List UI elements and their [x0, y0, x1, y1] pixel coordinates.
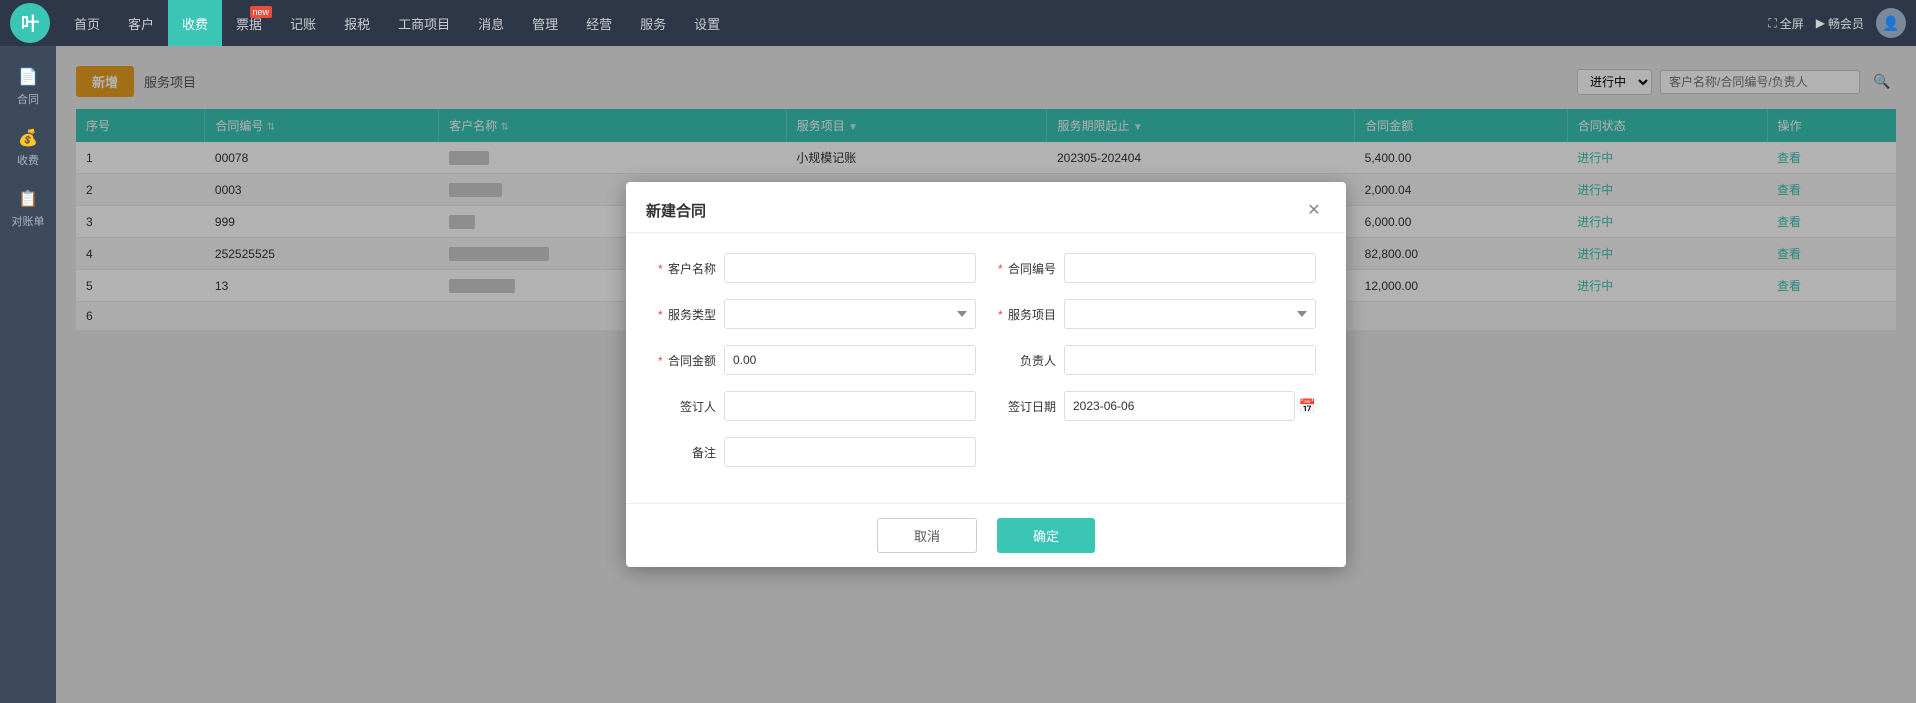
sign-date-label: 签订日期 [996, 398, 1056, 415]
nav-item-operation[interactable]: 经营 [572, 0, 626, 46]
remark-input[interactable] [724, 437, 976, 467]
nav-item-fee[interactable]: 收费 [168, 0, 222, 46]
avatar[interactable]: 👤 [1876, 8, 1906, 38]
service-item-select[interactable] [1064, 299, 1316, 329]
nav-item-service[interactable]: 服务 [626, 0, 680, 46]
nav-item-message[interactable]: 消息 [464, 0, 518, 46]
customer-name-label: * 客户名称 [656, 260, 716, 277]
service-type-label: * 服务类型 [656, 306, 716, 323]
sign-date-input[interactable]: 2023-06-06 [1064, 391, 1295, 421]
form-group-signer: 签订人 [656, 391, 976, 421]
required-star: * [658, 308, 663, 322]
form-group-amount: * 合同金额 0.00 [656, 345, 976, 375]
new-badge: new [250, 6, 273, 18]
contract-amount-input[interactable]: 0.00 [724, 345, 976, 375]
contract-amount-label: * 合同金额 [656, 352, 716, 369]
form-group-service-item: * 服务项目 [996, 299, 1316, 329]
remark-label: 备注 [656, 444, 716, 461]
nav-item-bookkeeping[interactable]: 记账 [276, 0, 330, 46]
sidebar-item-fee[interactable]: 💰 收费 [0, 117, 56, 178]
member-label: 畅会员 [1828, 15, 1864, 32]
form-group-sign-date: 签订日期 2023-06-06 📅 [996, 391, 1316, 421]
top-nav-right: ⛶ 全屏 ▶ 畅会员 👤 [1768, 8, 1906, 38]
form-group-responsible: 负责人 [996, 345, 1316, 375]
nav-items: 首页 客户 收费 票据new 记账 报税 工商项目 消息 管理 经营 服务 设置 [60, 0, 1768, 46]
app-logo[interactable]: 叶 [10, 3, 50, 43]
member-button[interactable]: ▶ 畅会员 [1816, 15, 1864, 32]
sidebar: 📄 合同 💰 收费 📋 对账单 [0, 46, 56, 703]
required-star: * [658, 354, 663, 368]
service-type-select[interactable] [724, 299, 976, 329]
main-layout: 📄 合同 💰 收费 📋 对账单 新增 服务项目 进行中 已完成 已取消 🔍 [0, 46, 1916, 703]
calendar-icon[interactable]: 📅 [1299, 398, 1316, 415]
form-row-5: 备注 [656, 437, 1316, 467]
signer-input[interactable] [724, 391, 976, 421]
sidebar-label-statement: 对账单 [12, 213, 45, 229]
form-group-remark-spacer [996, 437, 1316, 467]
nav-item-home[interactable]: 首页 [60, 0, 114, 46]
nav-item-customer[interactable]: 客户 [114, 0, 168, 46]
required-star: * [658, 262, 663, 276]
nav-item-settings[interactable]: 设置 [680, 0, 734, 46]
new-contract-modal: 新建合同 ✕ * 客户名称 [626, 182, 1346, 567]
nav-item-ticket[interactable]: 票据new [222, 0, 276, 46]
fee-icon: 💰 [17, 127, 39, 149]
fullscreen-icon: ⛶ [1768, 16, 1776, 31]
modal-header: 新建合同 ✕ [626, 182, 1346, 233]
form-group-remark: 备注 [656, 437, 976, 467]
fullscreen-button[interactable]: ⛶ 全屏 [1768, 15, 1803, 32]
top-navigation: 叶 首页 客户 收费 票据new 记账 报税 工商项目 消息 管理 经营 服务 … [0, 0, 1916, 46]
responsible-label: 负责人 [996, 352, 1056, 369]
form-row-2: * 服务类型 * 服务项目 [656, 299, 1316, 329]
signer-label: 签订人 [656, 398, 716, 415]
content-area: 新增 服务项目 进行中 已完成 已取消 🔍 序号 合同编号 ⇅ 客户名称 ⇅ 服… [56, 46, 1916, 703]
contract-icon: 📄 [17, 66, 39, 88]
service-item-label: * 服务项目 [996, 306, 1056, 323]
confirm-button[interactable]: 确定 [997, 518, 1095, 553]
fullscreen-label: 全屏 [1780, 15, 1804, 32]
form-row-3: * 合同金额 0.00 负责人 [656, 345, 1316, 375]
contract-no-input[interactable] [1064, 253, 1316, 283]
nav-item-business[interactable]: 工商项目 [384, 0, 464, 46]
date-input-wrap: 2023-06-06 📅 [1064, 391, 1316, 421]
nav-item-manage[interactable]: 管理 [518, 0, 572, 46]
sidebar-label-fee: 收费 [17, 152, 39, 168]
form-group-customer: * 客户名称 [656, 253, 976, 283]
modal-title: 新建合同 [646, 200, 706, 221]
form-row-4: 签订人 签订日期 2023-06-06 📅 [656, 391, 1316, 421]
modal-close-button[interactable]: ✕ [1302, 198, 1326, 222]
form-group-service-type: * 服务类型 [656, 299, 976, 329]
form-row-1: * 客户名称 * 合同编号 [656, 253, 1316, 283]
statement-icon: 📋 [17, 188, 39, 210]
sidebar-item-contract[interactable]: 📄 合同 [0, 56, 56, 117]
sidebar-label-contract: 合同 [17, 91, 39, 107]
modal-footer: 取消 确定 [626, 503, 1346, 567]
modal-body: * 客户名称 * 合同编号 [626, 233, 1346, 503]
required-star: * [998, 262, 1003, 276]
form-group-contract-no: * 合同编号 [996, 253, 1316, 283]
modal-overlay: 新建合同 ✕ * 客户名称 [56, 46, 1916, 703]
member-icon: ▶ [1816, 16, 1825, 30]
contract-no-label: * 合同编号 [996, 260, 1056, 277]
nav-item-tax[interactable]: 报税 [330, 0, 384, 46]
responsible-input[interactable] [1064, 345, 1316, 375]
customer-name-input[interactable] [724, 253, 976, 283]
cancel-button[interactable]: 取消 [877, 518, 977, 553]
sidebar-item-statement[interactable]: 📋 对账单 [0, 178, 56, 239]
required-star: * [998, 308, 1003, 322]
